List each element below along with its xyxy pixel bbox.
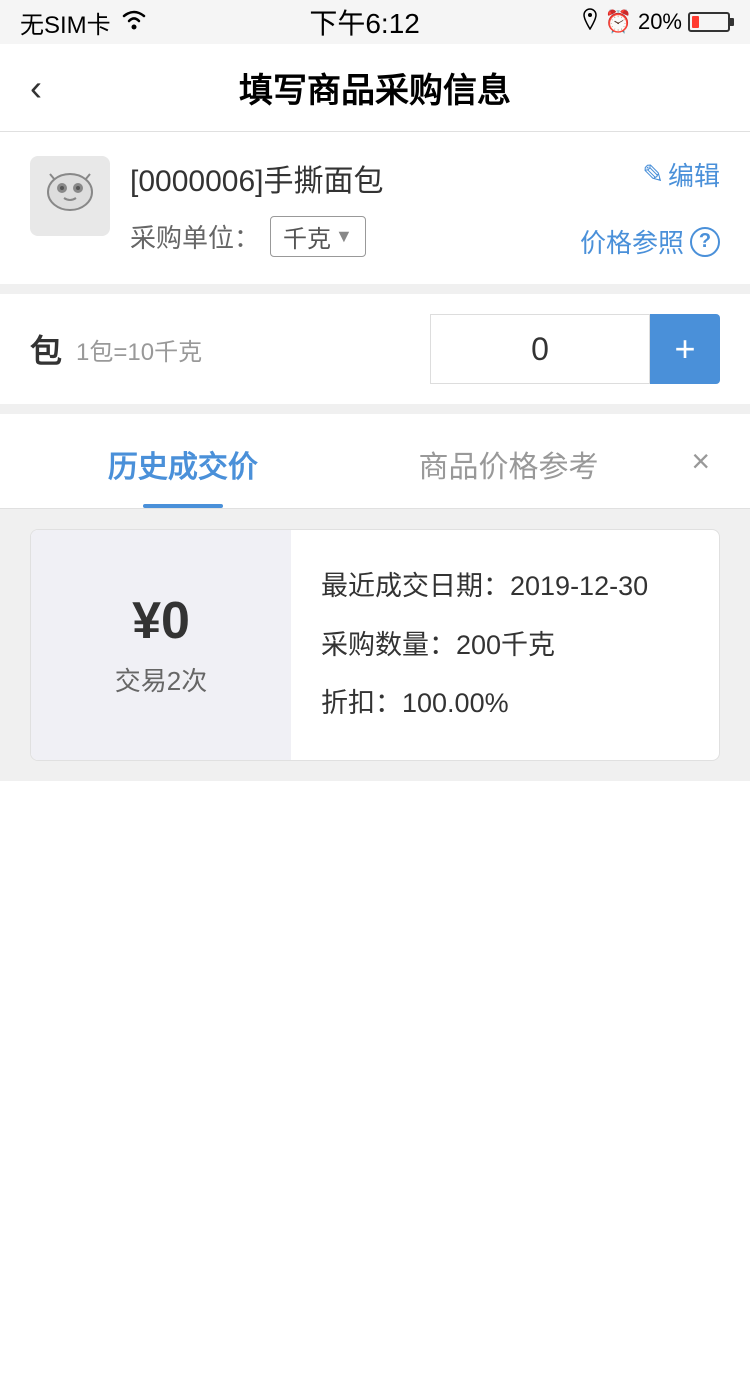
edit-button[interactable]: ✎ 编辑 <box>642 156 720 193</box>
unit-value: 千克 <box>283 219 331 254</box>
product-card: [0000006]手撕面包 采购单位： 千克 ▼ ✎ 编辑 价格参照 ? <box>0 132 750 284</box>
quantity-plus-button[interactable]: + <box>650 314 720 384</box>
page-title: 填写商品采购信息 <box>239 63 511 112</box>
price-ref-label: 价格参照 <box>580 223 684 260</box>
price-value: 0 <box>161 592 190 650</box>
status-right: ⏰ 20% <box>581 8 730 36</box>
qty-conversion: 1包=10千克 <box>76 332 202 367</box>
battery-icon <box>688 12 730 32</box>
nav-bar: ‹ 填写商品采购信息 <box>0 44 750 132</box>
edit-icon: ✎ <box>642 159 664 190</box>
qty-unit: 包 <box>30 326 62 372</box>
alarm-icon: ⏰ <box>605 9 632 35</box>
quantity-label-area: 包 1包=10千克 <box>30 326 202 372</box>
recent-date-label: 最近成交日期： <box>321 571 510 601</box>
product-actions: ✎ 编辑 价格参照 ? <box>580 156 720 260</box>
recent-date-value: 2019-12-30 <box>510 571 648 601</box>
status-bar: 无SIM卡 下午6:12 ⏰ 20% <box>0 0 750 44</box>
unit-selector[interactable]: 千克 ▼ <box>270 216 366 257</box>
tab-close-button[interactable]: × <box>671 423 730 500</box>
transaction-count: 交易2次 <box>115 661 207 698</box>
product-full-name: [0000006]手撕面包 <box>130 156 383 200</box>
currency-symbol: ¥ <box>132 592 161 650</box>
tab-price-reference[interactable]: 商品价格参考 <box>346 414 672 508</box>
quantity-input-area: + <box>430 314 720 384</box>
status-time: 下午6:12 <box>309 2 420 42</box>
product-left: [0000006]手撕面包 采购单位： 千克 ▼ <box>30 156 383 257</box>
discount-label: 折扣： <box>321 688 402 718</box>
back-button[interactable]: ‹ <box>20 57 52 119</box>
product-thumbnail <box>30 156 110 236</box>
battery-percent: 20% <box>638 9 682 35</box>
discount-value: 100.00% <box>402 688 509 718</box>
product-image-placeholder <box>40 162 100 231</box>
location-icon <box>581 8 599 36</box>
purchase-qty-label: 采购数量： <box>321 630 456 660</box>
carrier-label: 无SIM卡 <box>20 5 111 40</box>
purchase-qty-value: 200千克 <box>456 630 555 660</box>
tab-history-price[interactable]: 历史成交价 <box>20 414 346 508</box>
unit-label: 采购单位： <box>130 218 260 255</box>
price-amount: ¥0 <box>132 591 190 651</box>
quantity-input[interactable] <box>430 314 650 384</box>
wifi-icon <box>119 8 149 37</box>
price-details: 最近成交日期：2019-12-30 采购数量：200千克 折扣：100.00% <box>291 530 719 760</box>
dropdown-icon: ▼ <box>335 226 353 247</box>
price-section: ¥0 交易2次 最近成交日期：2019-12-30 采购数量：200千克 折扣：… <box>30 529 720 761</box>
empty-content-area <box>0 781 750 1381</box>
product-header: [0000006]手撕面包 采购单位： 千克 ▼ ✎ 编辑 价格参照 ? <box>30 156 720 260</box>
product-unit-row: 采购单位： 千克 ▼ <box>130 216 383 257</box>
price-ref-help-icon: ? <box>690 227 720 257</box>
status-left: 无SIM卡 <box>20 5 149 40</box>
price-ref-button[interactable]: 价格参照 ? <box>580 223 720 260</box>
price-summary: ¥0 交易2次 <box>31 530 291 760</box>
purchase-qty-item: 采购数量：200千克 <box>321 625 689 666</box>
quantity-row: 包 1包=10千克 + <box>0 294 750 404</box>
tabs-bar: 历史成交价 商品价格参考 × <box>0 414 750 509</box>
recent-date-item: 最近成交日期：2019-12-30 <box>321 566 689 607</box>
discount-item: 折扣：100.00% <box>321 683 689 724</box>
product-info: [0000006]手撕面包 采购单位： 千克 ▼ <box>130 156 383 257</box>
